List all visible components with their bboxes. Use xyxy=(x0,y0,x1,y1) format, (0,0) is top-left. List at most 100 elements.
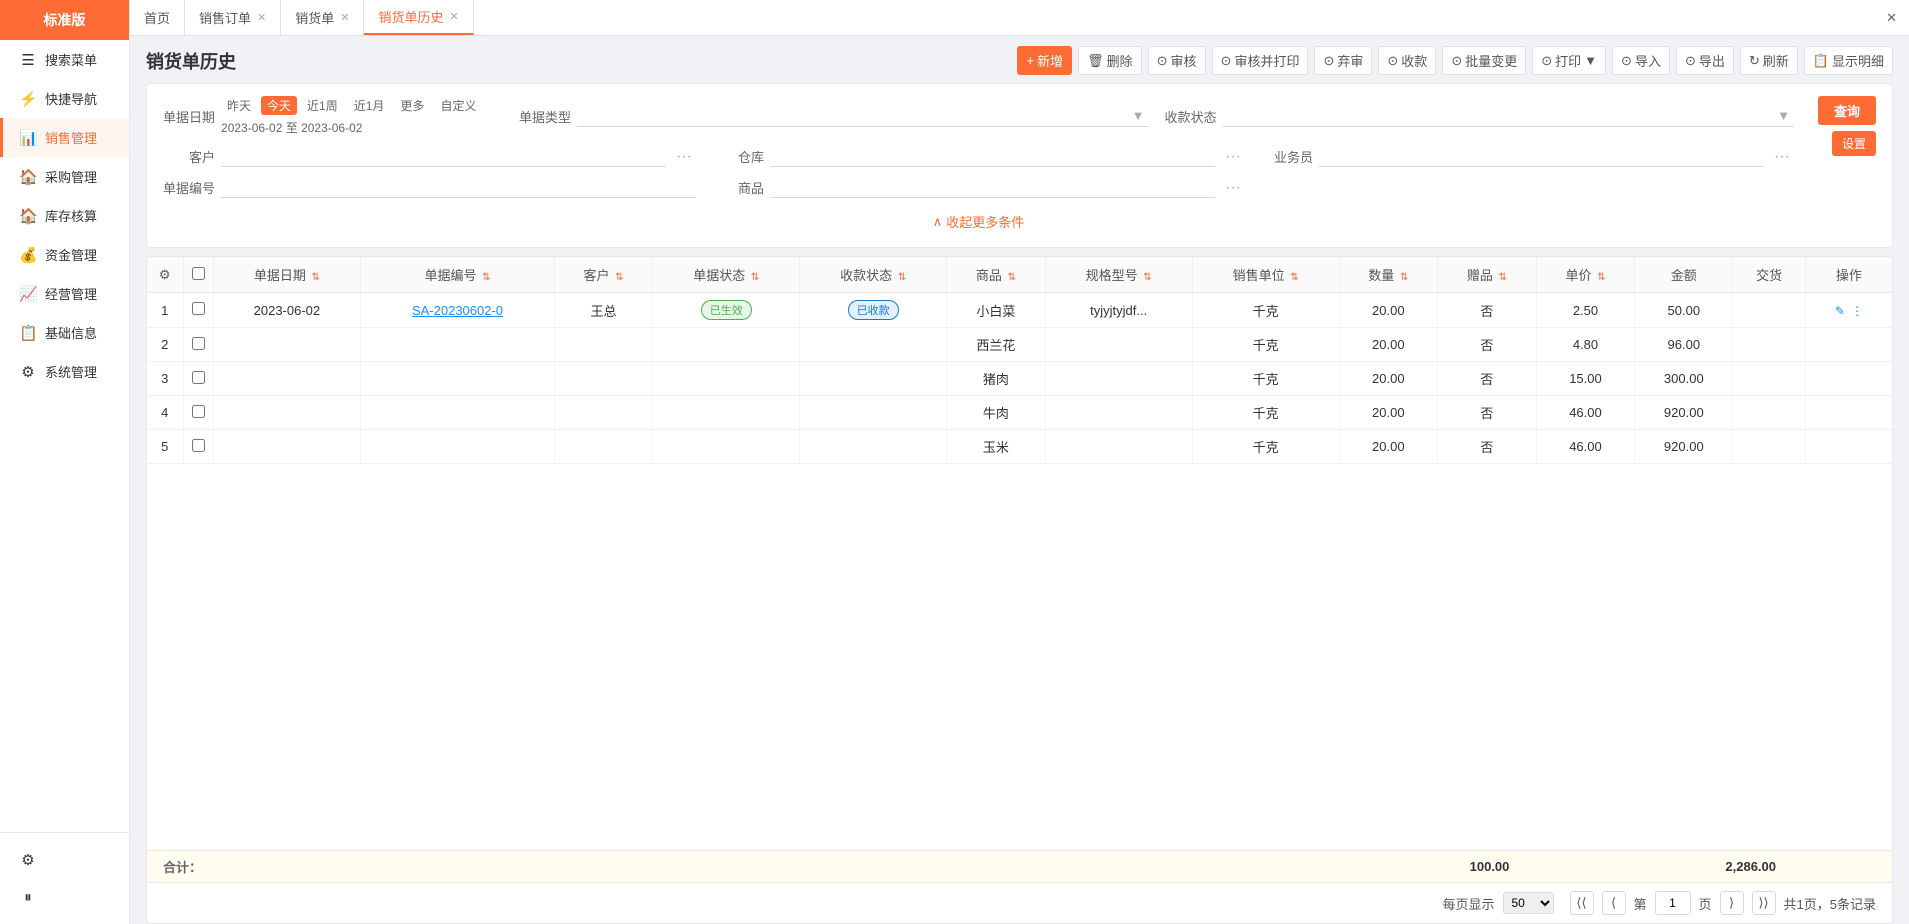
sidebar-item-basic-info[interactable]: 📋 基础信息 xyxy=(0,313,129,352)
select-all-checkbox[interactable] xyxy=(192,267,205,280)
col-doc-status[interactable]: 单据状态 ⇅ xyxy=(653,257,800,293)
docno-input[interactable] xyxy=(221,177,696,198)
tab-sales-history[interactable]: 销货单历史 ✕ xyxy=(364,0,473,35)
table-scroll[interactable]: ⚙ 单据日期 ⇅ 单据编号 ⇅ xyxy=(147,257,1892,850)
collapse-button[interactable]: ∧ 收起更多条件 xyxy=(929,208,1029,235)
salesperson-input[interactable] xyxy=(1319,146,1764,167)
doc-no-link[interactable]: SA-20230602-0 xyxy=(412,303,503,318)
col-doc-date-label: 单据日期 xyxy=(254,268,306,283)
more-action-btn[interactable]: ⋮ xyxy=(1851,304,1863,318)
cell-payment-status xyxy=(800,328,947,362)
cell-checkbox[interactable] xyxy=(183,430,213,464)
refresh-button[interactable]: ↻ 刷新 xyxy=(1740,46,1798,75)
collect-button[interactable]: ⊙ 收款 xyxy=(1378,46,1436,75)
doc-type-dropdown-icon: ▼ xyxy=(1132,108,1145,123)
last7days-btn[interactable]: 近1周 xyxy=(301,96,344,115)
col-settings[interactable]: ⚙ xyxy=(147,257,183,293)
today-btn[interactable]: 今天 xyxy=(261,96,297,115)
sidebar-item-extra2[interactable]: ⏸ xyxy=(0,879,129,916)
delete-button[interactable]: 🗑 删除 xyxy=(1078,46,1142,75)
cell-qty: 20.00 xyxy=(1339,396,1438,430)
tab-sales-goods[interactable]: 销货单 ✕ xyxy=(281,0,364,35)
col-qty[interactable]: 数量 ⇅ xyxy=(1339,257,1438,293)
col-checkbox[interactable] xyxy=(183,257,213,293)
col-price-label: 单价 xyxy=(1565,268,1591,283)
quick-nav-icon: ⚡ xyxy=(19,90,37,108)
cell-checkbox[interactable] xyxy=(183,328,213,362)
col-price[interactable]: 单价 ⇅ xyxy=(1536,257,1635,293)
customer-dots[interactable]: ··· xyxy=(672,148,696,166)
edit-action-btn[interactable]: ✎ xyxy=(1835,304,1845,318)
yesterday-btn[interactable]: 昨天 xyxy=(221,96,257,115)
sidebar: 标准版 ☰ 搜索菜单 ⚡ 快捷导航 📊 销售管理 🏠 采购管理 🏠 库存核算 💰… xyxy=(0,0,130,924)
tab-sales-order-close[interactable]: ✕ xyxy=(257,11,266,24)
first-page-btn[interactable]: ⟨⟨ xyxy=(1570,891,1594,915)
goods-dots[interactable]: ··· xyxy=(1221,179,1245,197)
goods-input[interactable] xyxy=(770,177,1215,198)
sidebar-item-label: 资金管理 xyxy=(45,245,97,264)
tab-bar-close-btn[interactable]: ✕ xyxy=(1874,10,1909,26)
tab-sales-order[interactable]: 销售订单 ✕ xyxy=(185,0,281,35)
sidebar-item-system[interactable]: ⚙ 系统管理 xyxy=(0,352,129,391)
more-btn[interactable]: 更多 xyxy=(394,96,430,115)
col-goods[interactable]: 商品 ⇅ xyxy=(947,257,1046,293)
extra2-icon: ⏸ xyxy=(19,889,37,906)
audit-button[interactable]: ⊙ 审核 xyxy=(1148,46,1206,75)
cell-amount: 920.00 xyxy=(1635,396,1733,430)
cell-checkbox[interactable] xyxy=(183,396,213,430)
col-transaction: 交货 xyxy=(1733,257,1806,293)
payment-status-select[interactable]: ▼ xyxy=(1223,105,1794,127)
filter-doc-type-item: 单据类型 ▼ xyxy=(519,105,1149,127)
cell-transaction xyxy=(1733,362,1806,396)
cell-doc-no xyxy=(361,328,554,362)
print-dropdown-icon: ▼ xyxy=(1584,53,1597,68)
doc-type-select[interactable]: ▼ xyxy=(577,105,1148,127)
show-detail-button[interactable]: 📋 显示明细 xyxy=(1804,46,1893,75)
sidebar-item-finance[interactable]: 💰 资金管理 xyxy=(0,235,129,274)
add-button[interactable]: + 新增 xyxy=(1017,46,1072,75)
cell-checkbox[interactable] xyxy=(183,293,213,328)
last-page-btn[interactable]: ⟩⟩ xyxy=(1752,891,1776,915)
col-gift[interactable]: 赠品 ⇅ xyxy=(1438,257,1537,293)
tab-home[interactable]: 首页 xyxy=(130,0,185,35)
next-page-btn[interactable]: ⟩ xyxy=(1720,891,1744,915)
payment-status-dropdown-icon: ▼ xyxy=(1777,108,1790,123)
col-customer[interactable]: 客户 ⇅ xyxy=(554,257,653,293)
sidebar-item-extra1[interactable]: ⚙ xyxy=(0,841,129,879)
cell-spec xyxy=(1045,328,1192,362)
col-doc-date[interactable]: 单据日期 ⇅ xyxy=(213,257,361,293)
col-doc-no[interactable]: 单据编号 ⇅ xyxy=(361,257,554,293)
cell-checkbox[interactable] xyxy=(183,362,213,396)
query-button[interactable]: 查询 xyxy=(1818,96,1876,125)
import-button[interactable]: ⊙ 导入 xyxy=(1612,46,1670,75)
warehouse-dots[interactable]: ··· xyxy=(1221,148,1245,166)
sidebar-item-search-menu[interactable]: ☰ 搜索菜单 xyxy=(0,40,129,79)
custom-btn[interactable]: 自定义 xyxy=(434,96,482,115)
sidebar-item-inventory[interactable]: 🏠 库存核算 xyxy=(0,196,129,235)
col-spec[interactable]: 规格型号 ⇅ xyxy=(1045,257,1192,293)
salesperson-dots[interactable]: ··· xyxy=(1770,148,1794,166)
prev-page-btn[interactable]: ⟨ xyxy=(1602,891,1626,915)
customer-input[interactable] xyxy=(221,146,666,167)
settings-button[interactable]: 设置 xyxy=(1832,131,1876,156)
sidebar-item-quick-nav[interactable]: ⚡ 快捷导航 xyxy=(0,79,129,118)
batch-change-button[interactable]: ⊙ 批量变更 xyxy=(1442,46,1526,75)
last1month-btn[interactable]: 近1月 xyxy=(348,96,391,115)
cell-price: 4.80 xyxy=(1536,328,1635,362)
tab-sales-goods-close[interactable]: ✕ xyxy=(340,11,349,24)
tab-sales-history-close[interactable]: ✕ xyxy=(450,10,459,23)
sidebar-item-sales-mgmt[interactable]: 📊 销售管理 xyxy=(0,118,129,157)
doc-type-label: 单据类型 xyxy=(519,107,571,126)
abandon-button[interactable]: ⊙ 弃审 xyxy=(1314,46,1372,75)
export-button[interactable]: ⊙ 导出 xyxy=(1676,46,1734,75)
warehouse-input[interactable] xyxy=(770,146,1215,167)
audit-print-button[interactable]: ⊙ 审核并打印 xyxy=(1212,46,1309,75)
per-page-select[interactable]: 50 100 200 xyxy=(1503,892,1554,914)
sidebar-item-operations[interactable]: 📈 经营管理 xyxy=(0,274,129,313)
page-input[interactable] xyxy=(1655,891,1691,915)
col-payment-status[interactable]: 收款状态 ⇅ xyxy=(800,257,947,293)
sidebar-item-purchase-mgmt[interactable]: 🏠 采购管理 xyxy=(0,157,129,196)
col-unit[interactable]: 销售单位 ⇅ xyxy=(1192,257,1339,293)
date-shortcuts: 昨天 今天 近1周 近1月 更多 自定义 xyxy=(221,96,482,115)
print-button[interactable]: ⊙ 打印 ▼ xyxy=(1532,46,1606,75)
